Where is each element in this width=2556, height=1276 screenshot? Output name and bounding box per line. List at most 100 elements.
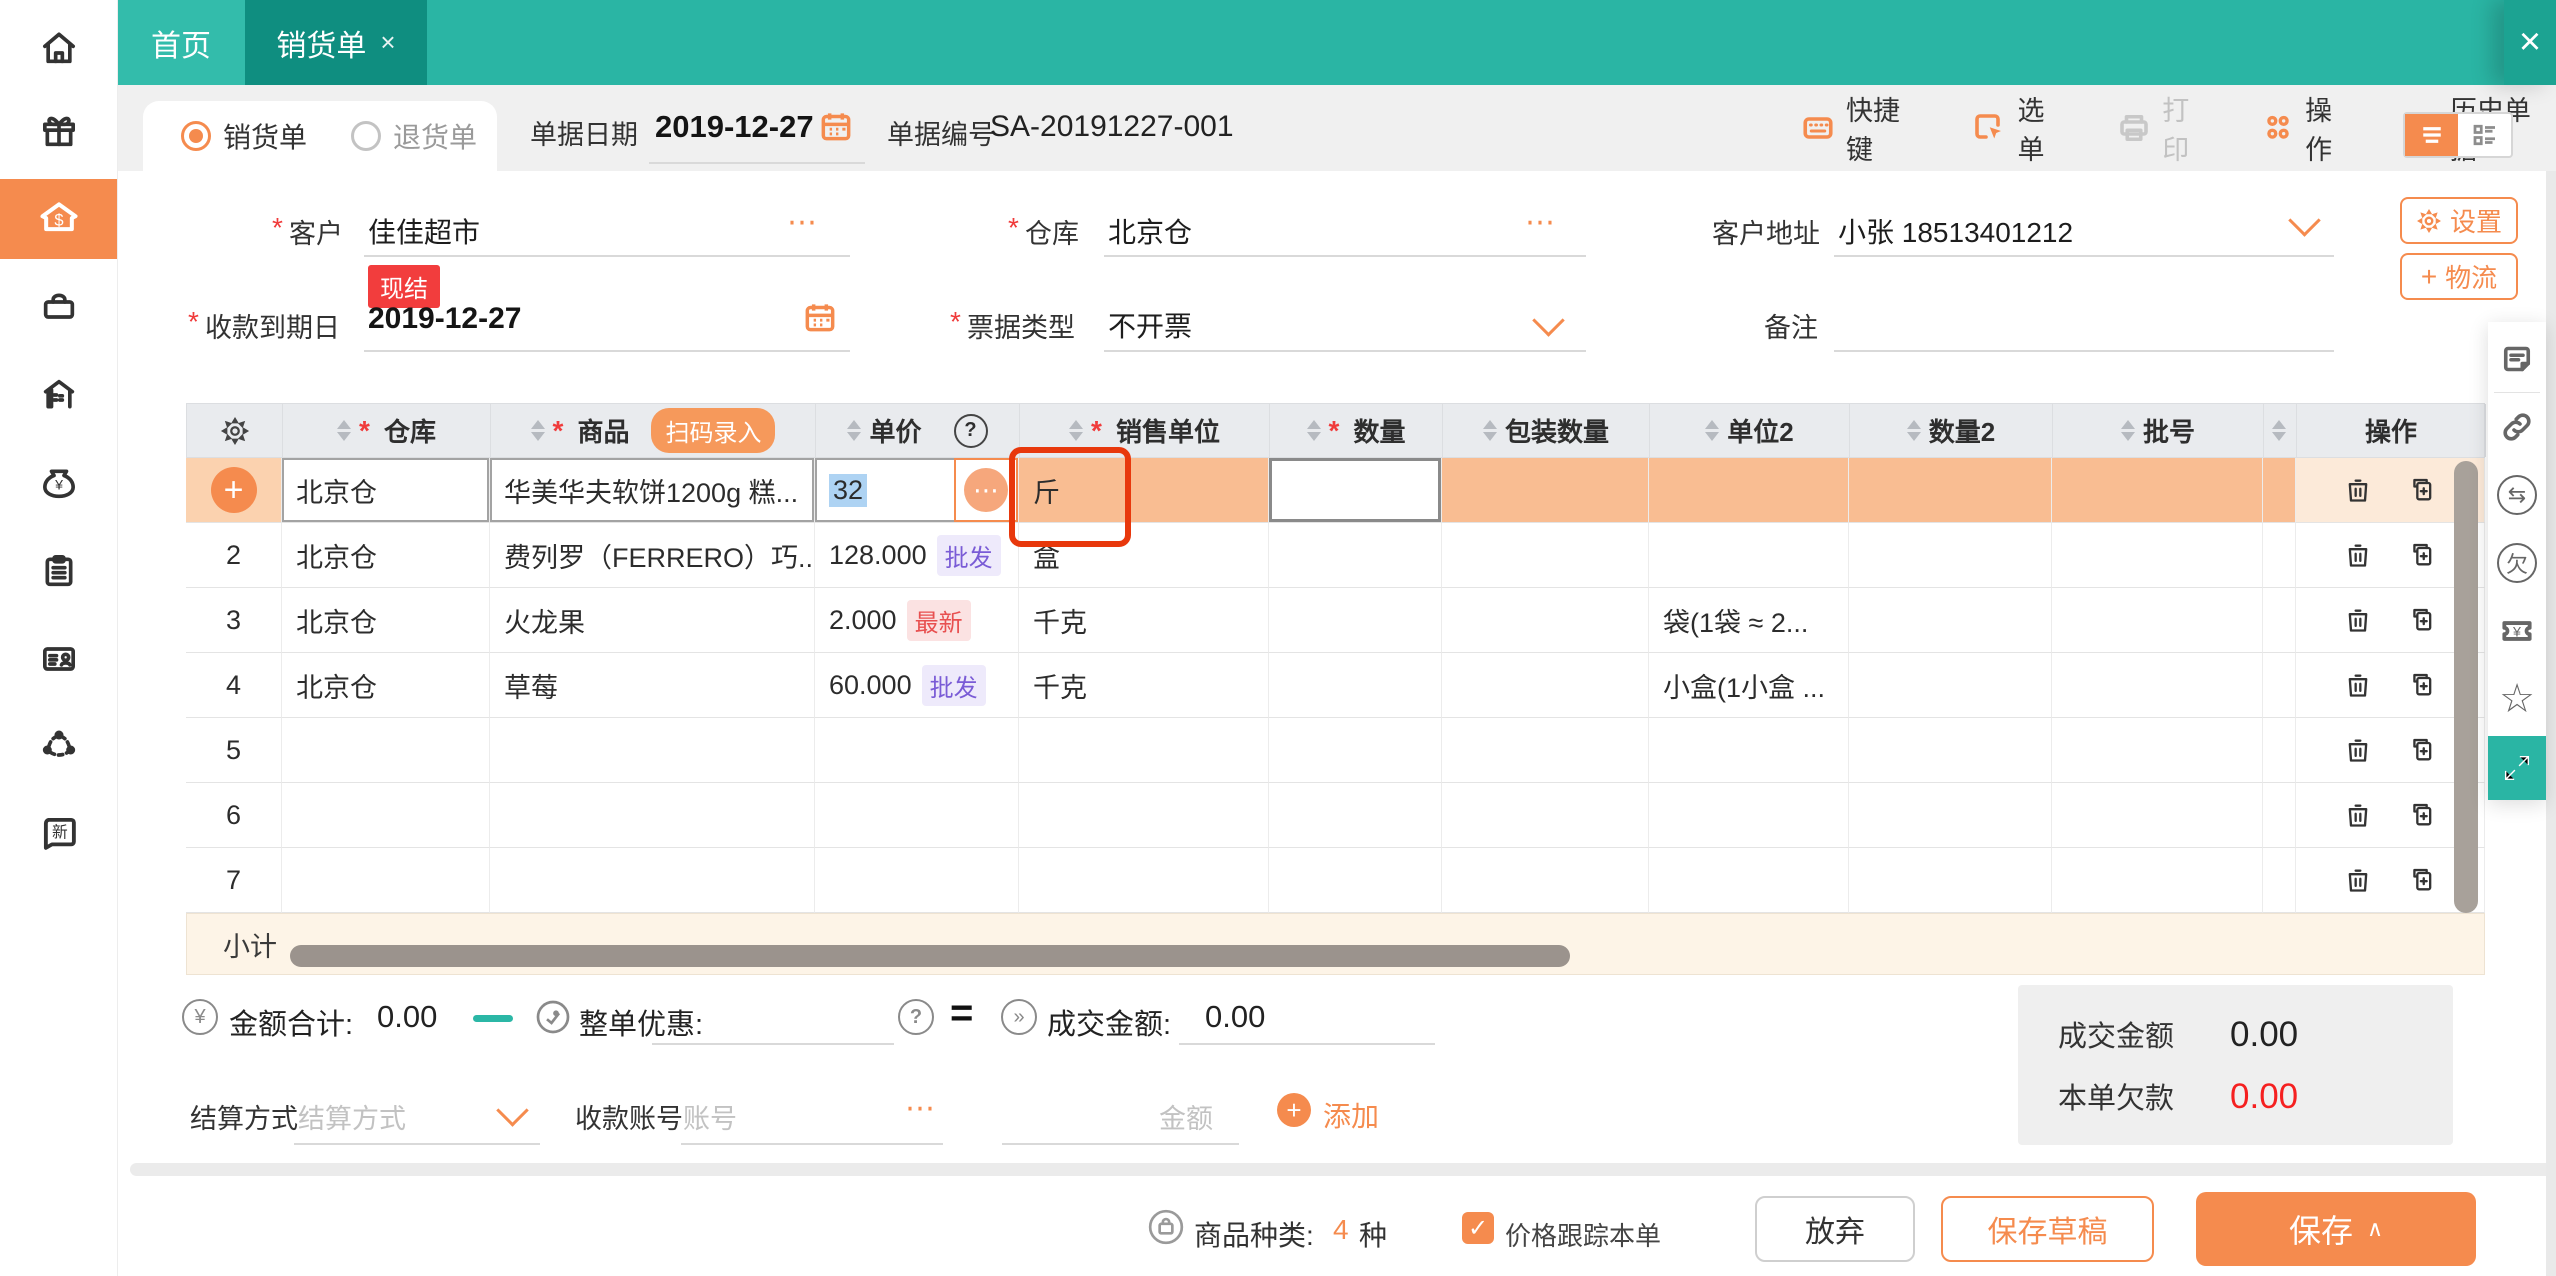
cell-quantity2[interactable] [1849, 783, 2052, 848]
cell-product[interactable]: 火龙果 [490, 588, 815, 653]
memo-button[interactable] [2488, 328, 2546, 390]
cell-sale-unit[interactable]: 千克 [1019, 653, 1269, 718]
column-product[interactable]: * 商品 扫码录入 [491, 404, 816, 457]
cell-batch-no[interactable] [2052, 523, 2263, 588]
cell-batch-no[interactable] [2052, 718, 2263, 783]
column-price[interactable]: 单价 ? [816, 404, 1020, 457]
cell-package-qty[interactable] [1442, 588, 1649, 653]
add-row-button[interactable]: + [186, 458, 282, 523]
sidebar-item-contacts[interactable] [0, 619, 117, 699]
cell-warehouse[interactable]: 北京仓 [282, 588, 490, 653]
cell-quantity[interactable] [1269, 653, 1442, 718]
coupon-button[interactable]: ¥ [2488, 600, 2546, 662]
sort-arrows-icon[interactable] [2120, 420, 2135, 441]
column-partial[interactable] [2264, 404, 2297, 457]
cell-unit2[interactable] [1649, 523, 1849, 588]
sidebar-item-network[interactable] [0, 705, 117, 785]
column-settings[interactable] [187, 404, 283, 457]
delete-row-icon[interactable] [2344, 606, 2372, 634]
sidebar-item-funds[interactable]: ¥ [0, 443, 117, 523]
sidebar-item-home[interactable] [0, 8, 117, 88]
quantity-input[interactable] [1269, 458, 1441, 522]
delete-row-icon[interactable] [2344, 736, 2372, 764]
copy-row-icon[interactable] [2408, 736, 2436, 764]
cell-unit2[interactable] [1649, 458, 1849, 523]
delete-row-icon[interactable] [2344, 671, 2372, 699]
sort-arrows-icon[interactable] [1906, 420, 1921, 441]
address-chevron-down-icon[interactable] [2288, 204, 2321, 237]
cell-batch-no[interactable] [2052, 588, 2263, 653]
cell-product[interactable]: 华美华夫软饼1200g 糕... [490, 458, 815, 523]
price-track-checkbox[interactable]: ✓ [1462, 1212, 1494, 1244]
cell-warehouse[interactable] [282, 718, 490, 783]
cell-price[interactable] [815, 718, 1019, 783]
cell-unit2[interactable] [1649, 783, 1849, 848]
cell-quantity2[interactable] [1849, 523, 2052, 588]
favorite-button[interactable]: ☆ [2488, 668, 2546, 730]
tab-home[interactable]: 首页 [117, 0, 245, 85]
doc-date-value[interactable]: 2019-12-27 [655, 109, 814, 145]
account-more-icon[interactable]: ⋯ [905, 1091, 937, 1126]
column-warehouse[interactable]: * 仓库 [283, 404, 491, 457]
invoice-type-value[interactable]: 不开票 [1108, 305, 1192, 345]
cell-price[interactable]: 32 ⋯ [815, 458, 1019, 523]
due-calendar-icon[interactable] [801, 298, 839, 336]
cell-quantity[interactable] [1269, 588, 1442, 653]
add-payment-icon[interactable]: + [1277, 1093, 1311, 1127]
cell-quantity2[interactable] [1849, 588, 2052, 653]
cell-package-qty[interactable] [1442, 783, 1649, 848]
sort-arrows-icon[interactable] [1482, 420, 1497, 441]
sort-arrows-icon[interactable] [1705, 420, 1720, 441]
cell-warehouse[interactable] [282, 783, 490, 848]
sidebar-item-new[interactable]: 新 [0, 793, 117, 873]
column-unit2[interactable]: 单位2 [1650, 404, 1850, 457]
cell-warehouse[interactable] [282, 848, 490, 913]
cell-warehouse[interactable]: 北京仓 [282, 653, 490, 718]
sort-arrows-icon[interactable] [530, 420, 545, 441]
price-input[interactable]: 32 [815, 458, 954, 522]
print-button[interactable]: 打印 [2116, 89, 2215, 167]
cell-sale-unit[interactable] [1019, 848, 1269, 913]
link-button[interactable] [2488, 396, 2546, 458]
copy-row-icon[interactable] [2408, 671, 2436, 699]
settings-button[interactable]: 设置 [2400, 197, 2518, 244]
cell-batch-no[interactable] [2052, 783, 2263, 848]
column-package-qty[interactable]: 包装数量 [1443, 404, 1650, 457]
horizontal-scrollbar[interactable] [290, 945, 1570, 967]
copy-row-icon[interactable] [2408, 866, 2436, 894]
cell-quantity2[interactable] [1849, 848, 2052, 913]
cell-quantity[interactable] [1269, 523, 1442, 588]
shortcut-keys-button[interactable]: 快捷键 [1800, 89, 1925, 167]
sidebar-item-gift[interactable] [0, 91, 117, 171]
sort-arrows-icon[interactable] [2272, 420, 2286, 441]
cell-price[interactable] [815, 783, 1019, 848]
tab-sales-order[interactable]: 销货单 × [245, 0, 427, 85]
sidebar-item-inventory[interactable] [0, 355, 117, 435]
copy-row-icon[interactable] [2408, 541, 2436, 569]
plus-circle-icon[interactable]: + [210, 467, 257, 513]
cell-quantity[interactable] [1269, 458, 1442, 523]
sort-arrows-icon[interactable] [1069, 420, 1084, 441]
sidebar-item-reports[interactable] [0, 531, 117, 611]
column-quantity[interactable]: * 数量 [1270, 404, 1443, 457]
tab-close-icon[interactable]: × [380, 27, 395, 58]
cell-package-qty[interactable] [1442, 653, 1649, 718]
warehouse-more-icon[interactable]: ⋯ [1525, 205, 1557, 240]
cell-quantity2[interactable] [1849, 458, 2052, 523]
debt-button[interactable]: 欠 [2488, 532, 2546, 594]
cancel-button[interactable]: 放弃 [1755, 1196, 1915, 1262]
copy-row-icon[interactable] [2408, 801, 2436, 829]
cell-quantity[interactable] [1269, 848, 1442, 913]
cell-product[interactable]: 草莓 [490, 653, 815, 718]
card-view-button[interactable] [2458, 114, 2511, 156]
list-view-button[interactable] [2405, 114, 2458, 156]
vertical-scrollbar[interactable] [2454, 461, 2478, 913]
save-button[interactable]: 保存 ∧ [2196, 1192, 2476, 1266]
cell-batch-no[interactable] [2052, 458, 2263, 523]
delete-row-icon[interactable] [2344, 541, 2372, 569]
cell-price[interactable]: 2.000 最新 [815, 588, 1019, 653]
cell-sale-unit[interactable] [1019, 783, 1269, 848]
cell-quantity2[interactable] [1849, 718, 2052, 783]
cell-sale-unit[interactable]: 千克 [1019, 588, 1269, 653]
sidebar-item-sales[interactable]: $ [0, 179, 117, 259]
